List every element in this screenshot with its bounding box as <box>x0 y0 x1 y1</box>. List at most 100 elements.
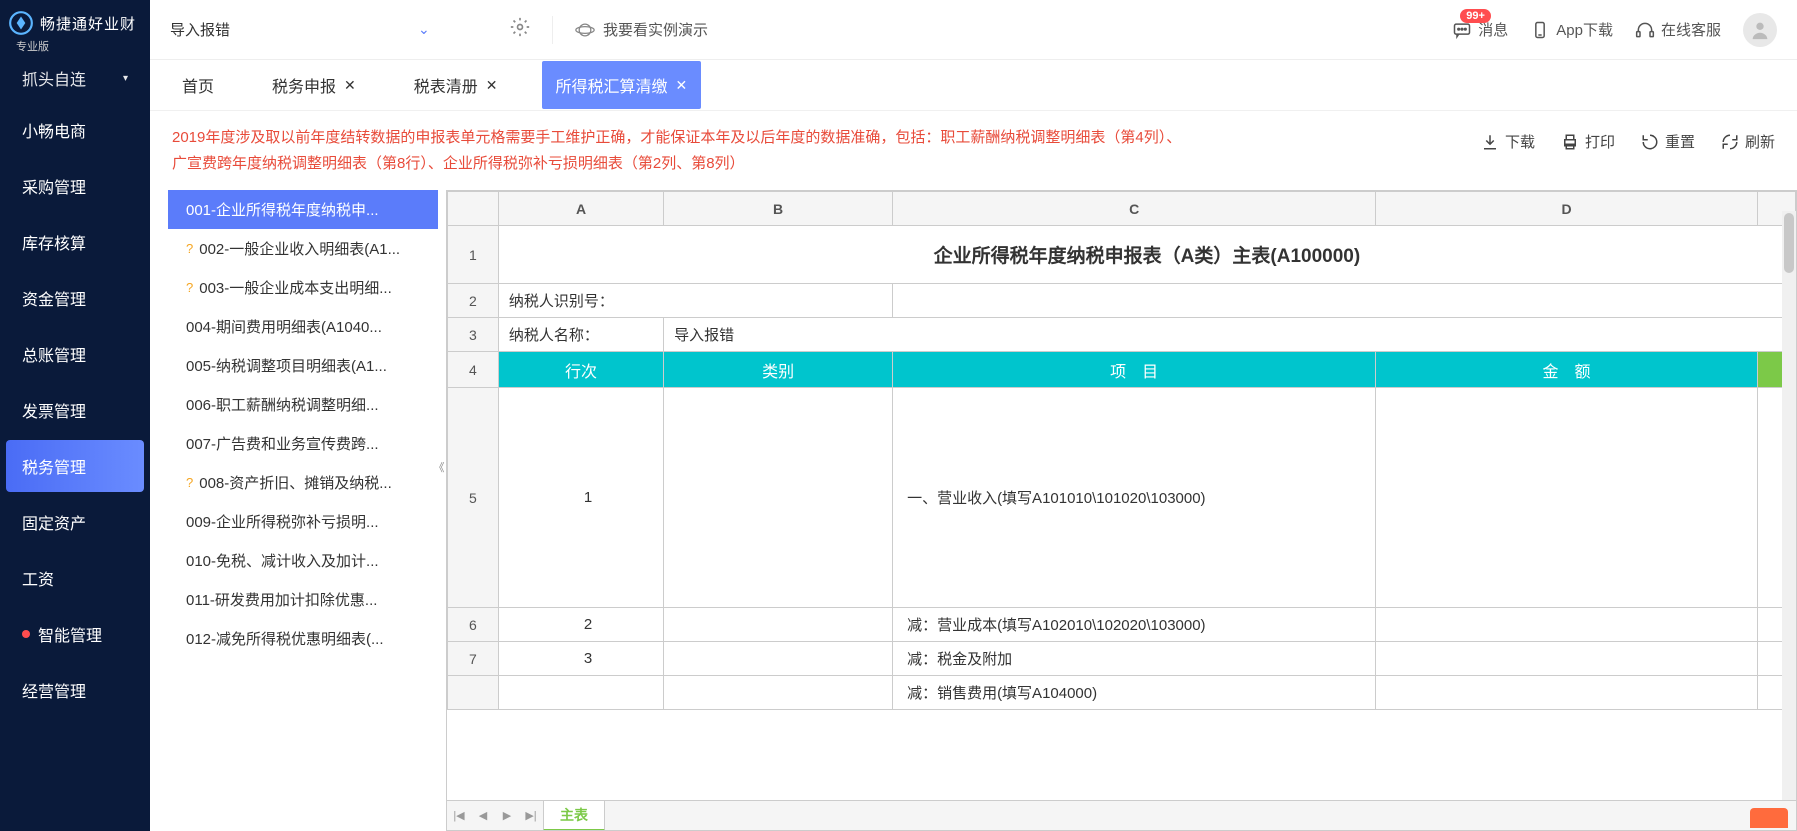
row-header[interactable] <box>448 676 499 710</box>
print-button[interactable]: 打印 <box>1561 131 1615 152</box>
nav-item[interactable]: 库存核算 <box>0 214 150 270</box>
corner-cell[interactable] <box>448 192 499 226</box>
nav-item[interactable]: 工资 <box>0 550 150 606</box>
form-list-item[interactable]: 006-职工薪酬纳税调整明细... <box>168 385 438 424</box>
refresh-button[interactable]: 刷新 <box>1721 131 1775 152</box>
chevron-down-icon[interactable]: ⌄ <box>418 21 430 38</box>
nav-item[interactable]: 小畅电商 <box>0 102 150 158</box>
nav-item[interactable]: 智能管理 <box>0 606 150 662</box>
tab[interactable]: 税表清册✕ <box>400 61 512 109</box>
badge: 99+ <box>1460 9 1491 23</box>
download-button[interactable]: 下载 <box>1481 131 1535 152</box>
col-header[interactable]: A <box>498 192 663 226</box>
row-header[interactable]: 5 <box>448 388 499 608</box>
cell[interactable]: 3 <box>498 642 663 676</box>
question-icon: ? <box>186 241 193 256</box>
cell[interactable]: 类别 <box>664 352 893 388</box>
sheet-nav-next[interactable]: ▶ <box>495 809 519 822</box>
close-icon[interactable]: ✕ <box>486 77 498 94</box>
cell[interactable] <box>664 642 893 676</box>
demo-link[interactable]: 我要看实例演示 <box>575 19 708 40</box>
col-header[interactable]: D <box>1376 192 1758 226</box>
sheet-tab[interactable]: 主表 <box>543 800 605 831</box>
col-header[interactable]: B <box>664 192 893 226</box>
sheet-grid[interactable]: A B C D 1企业所得税年度纳税申报表（A类）主表(A100000) 2纳税… <box>447 191 1796 800</box>
logo: 畅捷通好业财 <box>0 0 150 38</box>
cell[interactable]: 减：营业成本(填写A102010\102020\103000) <box>893 608 1376 642</box>
cell[interactable]: 减：销售费用(填写A104000) <box>893 676 1376 710</box>
form-list-item[interactable]: ?003-一般企业成本支出明细... <box>168 268 438 307</box>
col-header[interactable]: C <box>893 192 1376 226</box>
avatar[interactable] <box>1743 13 1777 47</box>
cell[interactable] <box>664 676 893 710</box>
collapse-icon[interactable]: 《 <box>432 452 446 482</box>
cell[interactable]: 纳税人识别号： <box>498 284 892 318</box>
nav-item[interactable]: 经营管理 <box>0 662 150 718</box>
search: ⌄ <box>170 21 490 38</box>
nav-item[interactable]: 税务管理 <box>6 440 144 492</box>
refresh-icon <box>1721 133 1739 151</box>
form-list: 001-企业所得税年度纳税申...?002-一般企业收入明细表(A1...?00… <box>168 190 438 831</box>
form-list-item[interactable]: ?002-一般企业收入明细表(A1... <box>168 229 438 268</box>
form-list-item[interactable]: 010-免税、减计收入及加计... <box>168 541 438 580</box>
form-list-item[interactable]: 009-企业所得税弥补亏损明... <box>168 502 438 541</box>
cell[interactable]: 一、营业收入(填写A101010\101020\103000) <box>893 388 1376 608</box>
messages-button[interactable]: 99+ 消息 <box>1452 19 1508 40</box>
row-header[interactable]: 7 <box>448 642 499 676</box>
form-list-item[interactable]: 011-研发费用加计扣除优惠... <box>168 580 438 619</box>
customer-service-button[interactable]: 在线客服 <box>1635 19 1721 40</box>
cell[interactable]: 金 额 <box>1376 352 1758 388</box>
cell[interactable] <box>664 388 893 608</box>
reset-button[interactable]: 重置 <box>1641 131 1695 152</box>
close-icon[interactable]: ✕ <box>676 77 688 94</box>
edition-label: 专业版 <box>0 38 150 62</box>
row-header[interactable]: 3 <box>448 318 499 352</box>
cell[interactable] <box>664 608 893 642</box>
sheet-nav-prev[interactable]: ◀ <box>471 809 495 822</box>
cell[interactable]: 行次 <box>498 352 663 388</box>
cell[interactable] <box>1376 388 1758 608</box>
app-download-button[interactable]: App下载 <box>1530 19 1613 40</box>
form-list-item[interactable]: 007-广告费和业务宣传费跨... <box>168 424 438 463</box>
row-header[interactable]: 1 <box>448 226 499 284</box>
cell[interactable] <box>1376 642 1758 676</box>
nav-item[interactable]: 资金管理 <box>0 270 150 326</box>
cell[interactable] <box>1376 676 1758 710</box>
tab[interactable]: 首页 <box>168 61 228 109</box>
cell[interactable]: 1 <box>498 388 663 608</box>
sheet-nav-last[interactable]: ▶| <box>519 809 543 822</box>
form-list-item[interactable]: 001-企业所得税年度纳税申... <box>168 190 438 229</box>
row-header[interactable]: 2 <box>448 284 499 318</box>
nav-item[interactable]: 总账管理 <box>0 326 150 382</box>
scrollbar[interactable] <box>1782 211 1796 800</box>
question-icon: ? <box>186 280 193 295</box>
cell[interactable]: 纳税人名称： <box>498 318 663 352</box>
tab[interactable]: 所得税汇算清缴✕ <box>542 61 702 109</box>
cell[interactable]: 项 目 <box>893 352 1376 388</box>
reset-icon <box>1641 133 1659 151</box>
gear-icon[interactable] <box>510 17 530 42</box>
cell[interactable] <box>498 676 663 710</box>
cell[interactable] <box>893 284 1796 318</box>
cell[interactable]: 减：税金及附加 <box>893 642 1376 676</box>
cell[interactable]: 2 <box>498 608 663 642</box>
form-list-item[interactable]: ?008-资产折旧、摊销及纳税... <box>168 463 438 502</box>
row-header[interactable]: 4 <box>448 352 499 388</box>
cell[interactable]: 导入报错 <box>664 318 1796 352</box>
row-header[interactable]: 6 <box>448 608 499 642</box>
help-icon[interactable] <box>1750 808 1788 828</box>
tab[interactable]: 税务申报✕ <box>258 61 370 109</box>
form-list-item[interactable]: 004-期间费用明细表(A1040... <box>168 307 438 346</box>
sheet-title[interactable]: 企业所得税年度纳税申报表（A类）主表(A100000) <box>498 226 1795 284</box>
close-icon[interactable]: ✕ <box>344 77 356 94</box>
toolbar: 2019年度涉及取以前年度结转数据的申报表单元格需要手工维护正确，才能保证本年及… <box>150 110 1797 190</box>
form-list-item[interactable]: 012-减免所得税优惠明细表(... <box>168 619 438 658</box>
cell[interactable] <box>1376 608 1758 642</box>
form-list-item[interactable]: 005-纳税调整项目明细表(A1... <box>168 346 438 385</box>
nav-item[interactable]: 发票管理 <box>0 382 150 438</box>
nav-item-partial[interactable]: 抓头自连▾ <box>0 62 150 102</box>
nav-item[interactable]: 固定资产 <box>0 494 150 550</box>
sheet-nav-first[interactable]: |◀ <box>447 809 471 822</box>
nav-item[interactable]: 采购管理 <box>0 158 150 214</box>
search-input[interactable] <box>170 21 410 38</box>
